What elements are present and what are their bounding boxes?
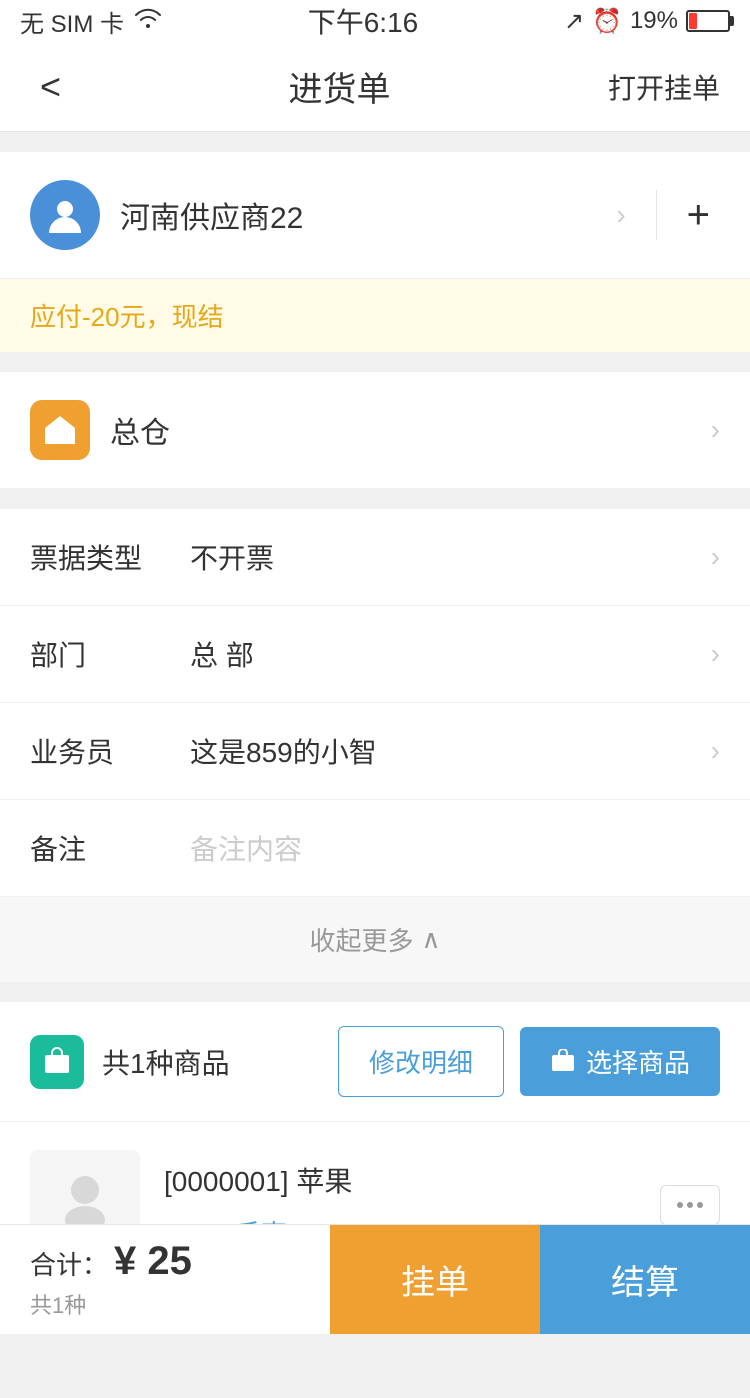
nav-bar: < 进货单 打开挂单 xyxy=(0,42,750,132)
supplier-avatar xyxy=(30,180,100,250)
remark-label: 备注 xyxy=(30,828,190,868)
section-gap-2 xyxy=(0,352,750,372)
warehouse-name: 总仓 xyxy=(110,408,711,452)
product-more-button[interactable] xyxy=(660,1185,720,1225)
footer-total: 合计： ¥ 25 共1种 xyxy=(0,1225,330,1334)
add-button[interactable]: + xyxy=(677,193,720,238)
supplier-chevron-icon: › xyxy=(616,199,625,231)
warehouse-chevron-icon: › xyxy=(711,414,720,446)
more-dot-3 xyxy=(697,1202,703,1208)
chevron-up-icon: ∧ xyxy=(421,924,440,955)
section-gap-4 xyxy=(0,982,750,1002)
person-icon xyxy=(45,195,85,235)
product-title: 苹果 xyxy=(296,1166,352,1197)
open-pending-button[interactable]: 打开挂单 xyxy=(608,67,720,107)
salesman-value: 这是859的小智 xyxy=(190,731,711,771)
back-button[interactable]: < xyxy=(30,56,71,118)
more-dot-1 xyxy=(677,1202,683,1208)
salesman-chevron-icon: › xyxy=(711,735,720,767)
total-label: 合计： ¥ 25 xyxy=(30,1239,300,1284)
salesman-row[interactable]: 业务员 这是859的小智 › xyxy=(0,703,750,800)
vertical-divider xyxy=(656,190,657,240)
warehouse-row[interactable]: 总仓 › xyxy=(0,372,750,489)
remark-row[interactable]: 备注 备注内容 xyxy=(0,800,750,897)
status-bar: 无 SIM 卡 下午6:16 ↗ ⏰ 19% xyxy=(0,0,750,42)
invoice-value: 不开票 xyxy=(190,537,711,577)
page-title: 进货单 xyxy=(289,62,391,111)
supplier-card: 河南供应商22 › + 应付-20元，现结 xyxy=(0,152,750,352)
product-header: 共1种商品 修改明细 选择商品 xyxy=(0,1002,750,1122)
invoice-row[interactable]: 票据类型 不开票 › xyxy=(0,509,750,606)
section-gap-1 xyxy=(0,132,750,152)
modify-detail-button[interactable]: 修改明细 xyxy=(338,1026,504,1097)
pending-button[interactable]: 挂单 xyxy=(330,1225,540,1334)
home-icon xyxy=(42,412,78,448)
footer: 合计： ¥ 25 共1种 挂单 结算 xyxy=(0,1224,750,1334)
status-left: 无 SIM 卡 xyxy=(20,4,162,39)
status-time: 下午6:16 xyxy=(308,1,419,41)
select-product-button[interactable]: 选择商品 xyxy=(520,1027,720,1096)
location-icon: ↗ xyxy=(564,7,584,36)
section-gap-3 xyxy=(0,489,750,509)
product-count: 共1种商品 xyxy=(102,1042,338,1082)
wifi-icon xyxy=(134,7,162,35)
total-sub: 共1种 xyxy=(30,1288,300,1320)
department-label: 部门 xyxy=(30,634,190,674)
alarm-icon: ⏰ xyxy=(592,7,622,36)
department-chevron-icon: › xyxy=(711,638,720,670)
checkout-button[interactable]: 结算 xyxy=(540,1225,750,1334)
status-right: ↗ ⏰ 19% xyxy=(564,7,730,36)
supplier-row[interactable]: 河南供应商22 › + xyxy=(0,152,750,279)
select-product-label: 选择商品 xyxy=(586,1043,690,1080)
collapse-bar[interactable]: 收起更多 ∧ xyxy=(0,897,750,982)
supplier-notice: 应付-20元，现结 xyxy=(0,279,750,352)
collapse-label: 收起更多 xyxy=(309,921,413,958)
product-id: [0000001] xyxy=(164,1166,289,1197)
more-dot-2 xyxy=(687,1202,693,1208)
total-amount: ¥ 25 xyxy=(114,1239,192,1284)
warehouse-icon xyxy=(30,400,90,460)
carrier-text: 无 SIM 卡 xyxy=(20,4,124,39)
select-icon xyxy=(550,1049,576,1075)
total-text: 合计： xyxy=(30,1245,108,1282)
remark-input[interactable]: 备注内容 xyxy=(190,828,720,868)
warehouse-card: 总仓 › xyxy=(0,372,750,489)
invoice-chevron-icon: › xyxy=(711,541,720,573)
form-card: 票据类型 不开票 › 部门 总 部 › 业务员 这是859的小智 › 备注 备注… xyxy=(0,509,750,897)
supplier-name: 河南供应商22 xyxy=(120,193,616,237)
battery-percent: 19% xyxy=(630,7,678,35)
battery-icon xyxy=(686,10,730,32)
product-section-icon xyxy=(30,1035,84,1089)
salesman-label: 业务员 xyxy=(30,731,190,771)
department-value: 总 部 xyxy=(190,634,711,674)
invoice-label: 票据类型 xyxy=(30,537,190,577)
cart-icon xyxy=(42,1047,72,1077)
product-name: [0000001] 苹果 xyxy=(164,1160,660,1200)
department-row[interactable]: 部门 总 部 › xyxy=(0,606,750,703)
